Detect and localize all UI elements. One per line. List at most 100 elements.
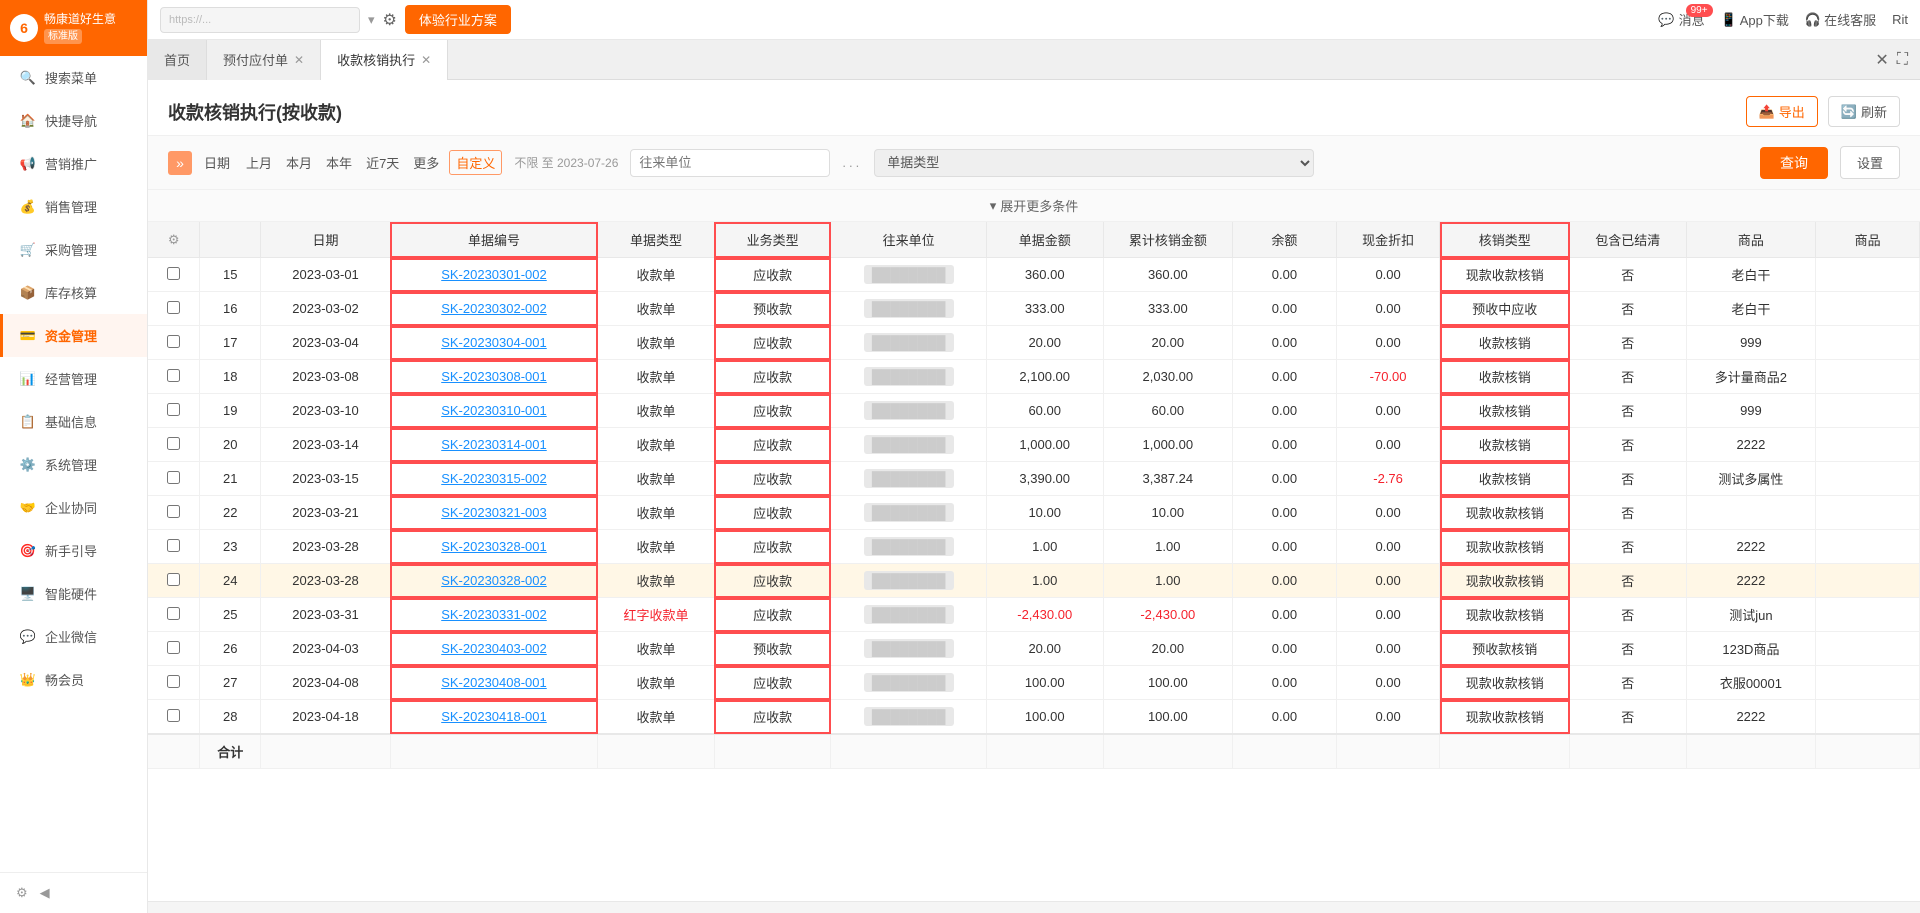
- col-seq-header: [200, 222, 261, 258]
- doc-no-link[interactable]: SK-20230403-002: [441, 641, 547, 656]
- tab-prepay[interactable]: 预付应付单 ✕: [207, 40, 321, 80]
- user-button[interactable]: Rit: [1892, 12, 1908, 27]
- settings-bottom-icon[interactable]: ⚙: [16, 885, 28, 901]
- row-checkbox[interactable]: [167, 437, 180, 450]
- doc-no-link[interactable]: SK-20230304-001: [441, 335, 547, 350]
- col-canceltype-header[interactable]: 核销类型: [1440, 222, 1570, 258]
- tab-collection-close[interactable]: ✕: [421, 53, 431, 67]
- sidebar-item-sales[interactable]: 💰 销售管理: [0, 185, 147, 228]
- row-checkbox[interactable]: [167, 539, 180, 552]
- row-checkbox[interactable]: [167, 607, 180, 620]
- message-button[interactable]: 💬 消息 99+: [1658, 10, 1704, 29]
- close-all-button[interactable]: ✕: [1875, 50, 1888, 70]
- expand-more-button[interactable]: ▾ 展开更多条件: [990, 196, 1079, 215]
- col-balance-header[interactable]: 余额: [1233, 222, 1337, 258]
- app-download-button[interactable]: 📱 App下载: [1721, 10, 1789, 29]
- row-checkbox[interactable]: [167, 675, 180, 688]
- sidebar-item-wechat[interactable]: 💬 企业微信: [0, 615, 147, 658]
- filter-toggle-button[interactable]: »: [168, 151, 192, 175]
- col-doctype-header[interactable]: 单据类型: [598, 222, 715, 258]
- col-biztype-header[interactable]: 业务类型: [714, 222, 831, 258]
- partner-cell: ████████: [831, 258, 987, 292]
- doc-type-select[interactable]: 单据类型: [874, 149, 1314, 177]
- search-menu-icon: 🔍: [19, 69, 37, 87]
- doc-no-link[interactable]: SK-20230310-001: [441, 403, 547, 418]
- doc-no-link[interactable]: SK-20230314-001: [441, 437, 547, 452]
- col-cleared-header[interactable]: 包含已结清: [1570, 222, 1687, 258]
- doc-no-link[interactable]: SK-20230408-001: [441, 675, 547, 690]
- row-checkbox[interactable]: [167, 369, 180, 382]
- col-goods-header[interactable]: 商品: [1686, 222, 1816, 258]
- col-goods2-header[interactable]: 商品: [1816, 222, 1920, 258]
- filter-settings-button[interactable]: 设置: [1840, 146, 1900, 179]
- industry-solution-button[interactable]: 体验行业方案: [405, 5, 511, 34]
- row-checkbox[interactable]: [167, 267, 180, 280]
- export-button[interactable]: 📤 导出: [1746, 96, 1818, 127]
- online-service-button[interactable]: 🎧 在线客服: [1805, 10, 1876, 29]
- sidebar-item-hardware[interactable]: 🖥️ 智能硬件: [0, 572, 147, 615]
- refresh-button[interactable]: 🔄 刷新: [1828, 96, 1900, 127]
- partner-cell: ████████: [831, 530, 987, 564]
- col-settings-icon[interactable]: ⚙: [168, 232, 180, 247]
- doc-no-link[interactable]: SK-20230301-002: [441, 267, 547, 282]
- doc-no-link[interactable]: SK-20230308-001: [441, 369, 547, 384]
- row-checkbox[interactable]: [167, 471, 180, 484]
- doc-no-link[interactable]: SK-20230418-001: [441, 709, 547, 724]
- canceltype-cell: 收款核销: [1440, 394, 1570, 428]
- sidebar-item-inventory[interactable]: 📦 库存核算: [0, 271, 147, 314]
- query-button[interactable]: 查询: [1760, 147, 1828, 179]
- col-date-header[interactable]: 日期: [261, 222, 391, 258]
- sidebar-item-quicknav[interactable]: 🏠 快捷导航: [0, 99, 147, 142]
- doc-no-link[interactable]: SK-20230328-002: [441, 573, 547, 588]
- row-checkbox[interactable]: [167, 301, 180, 314]
- last-7days-button[interactable]: 近7天: [362, 150, 403, 175]
- table-container[interactable]: ⚙ 日期 单据编号 单据类型 业务类型 往来单位 单据金额 累计核销金额 余额 …: [148, 222, 1920, 901]
- row-checkbox[interactable]: [167, 709, 180, 722]
- collapse-icon[interactable]: ◀: [40, 885, 50, 901]
- canceltype-cell: 收款核销: [1440, 462, 1570, 496]
- col-settings-header[interactable]: ⚙: [148, 222, 200, 258]
- row-checkbox[interactable]: [167, 573, 180, 586]
- tab-collection[interactable]: 收款核销执行 ✕: [321, 40, 448, 80]
- partner-cell: ████████: [831, 360, 987, 394]
- sidebar-item-member[interactable]: 👑 畅会员: [0, 658, 147, 701]
- sidebar-item-purchase[interactable]: 🛒 采购管理: [0, 228, 147, 271]
- sidebar-item-operations[interactable]: 📊 经营管理: [0, 357, 147, 400]
- tab-prepay-close[interactable]: ✕: [294, 53, 304, 67]
- col-discount-header[interactable]: 现金折扣: [1336, 222, 1440, 258]
- col-docno-header[interactable]: 单据编号: [390, 222, 597, 258]
- doc-no-link[interactable]: SK-20230328-001: [441, 539, 547, 554]
- row-checkbox[interactable]: [167, 403, 180, 416]
- horizontal-scrollbar[interactable]: [148, 901, 1920, 913]
- dropdown-arrow-icon[interactable]: ▾: [368, 12, 375, 28]
- doc-no-link[interactable]: SK-20230331-002: [441, 607, 547, 622]
- doc-no-link[interactable]: SK-20230315-002: [441, 471, 547, 486]
- partner-unit-input[interactable]: [630, 149, 830, 177]
- doc-no-link[interactable]: SK-20230321-003: [441, 505, 547, 520]
- more-date-button[interactable]: 更多: [409, 150, 443, 175]
- col-partner-header[interactable]: 往来单位: [831, 222, 987, 258]
- row-checkbox[interactable]: [167, 335, 180, 348]
- this-year-button[interactable]: 本年: [322, 150, 356, 175]
- expand-window-button[interactable]: ⛶: [1897, 51, 1908, 69]
- doc-no-link[interactable]: SK-20230302-002: [441, 301, 547, 316]
- sidebar-item-marketing[interactable]: 📢 营销推广: [0, 142, 147, 185]
- sidebar-item-enterprise[interactable]: 🤝 企业协同: [0, 486, 147, 529]
- row-checkbox[interactable]: [167, 505, 180, 518]
- url-bar[interactable]: https://...: [160, 7, 360, 33]
- sidebar-item-search[interactable]: 🔍 搜索菜单: [0, 56, 147, 99]
- custom-date-button[interactable]: 自定义: [449, 150, 502, 175]
- col-amount-header[interactable]: 单据金额: [986, 222, 1103, 258]
- last-month-button[interactable]: 上月: [242, 150, 276, 175]
- gear-icon[interactable]: ⚙: [383, 10, 397, 30]
- col-verified-header[interactable]: 累计核销金额: [1103, 222, 1233, 258]
- sidebar-item-finance[interactable]: 💳 资金管理: [0, 314, 147, 357]
- sidebar-item-system[interactable]: ⚙️ 系统管理: [0, 443, 147, 486]
- tab-home[interactable]: 首页: [148, 40, 207, 80]
- row-checkbox[interactable]: [167, 641, 180, 654]
- content-header: 收款核销执行(按收款) 📤 导出 🔄 刷新: [148, 80, 1920, 136]
- balance-cell: 0.00: [1233, 564, 1337, 598]
- this-month-button[interactable]: 本月: [282, 150, 316, 175]
- sidebar-item-basic[interactable]: 📋 基础信息: [0, 400, 147, 443]
- sidebar-item-guide[interactable]: 🎯 新手引导: [0, 529, 147, 572]
